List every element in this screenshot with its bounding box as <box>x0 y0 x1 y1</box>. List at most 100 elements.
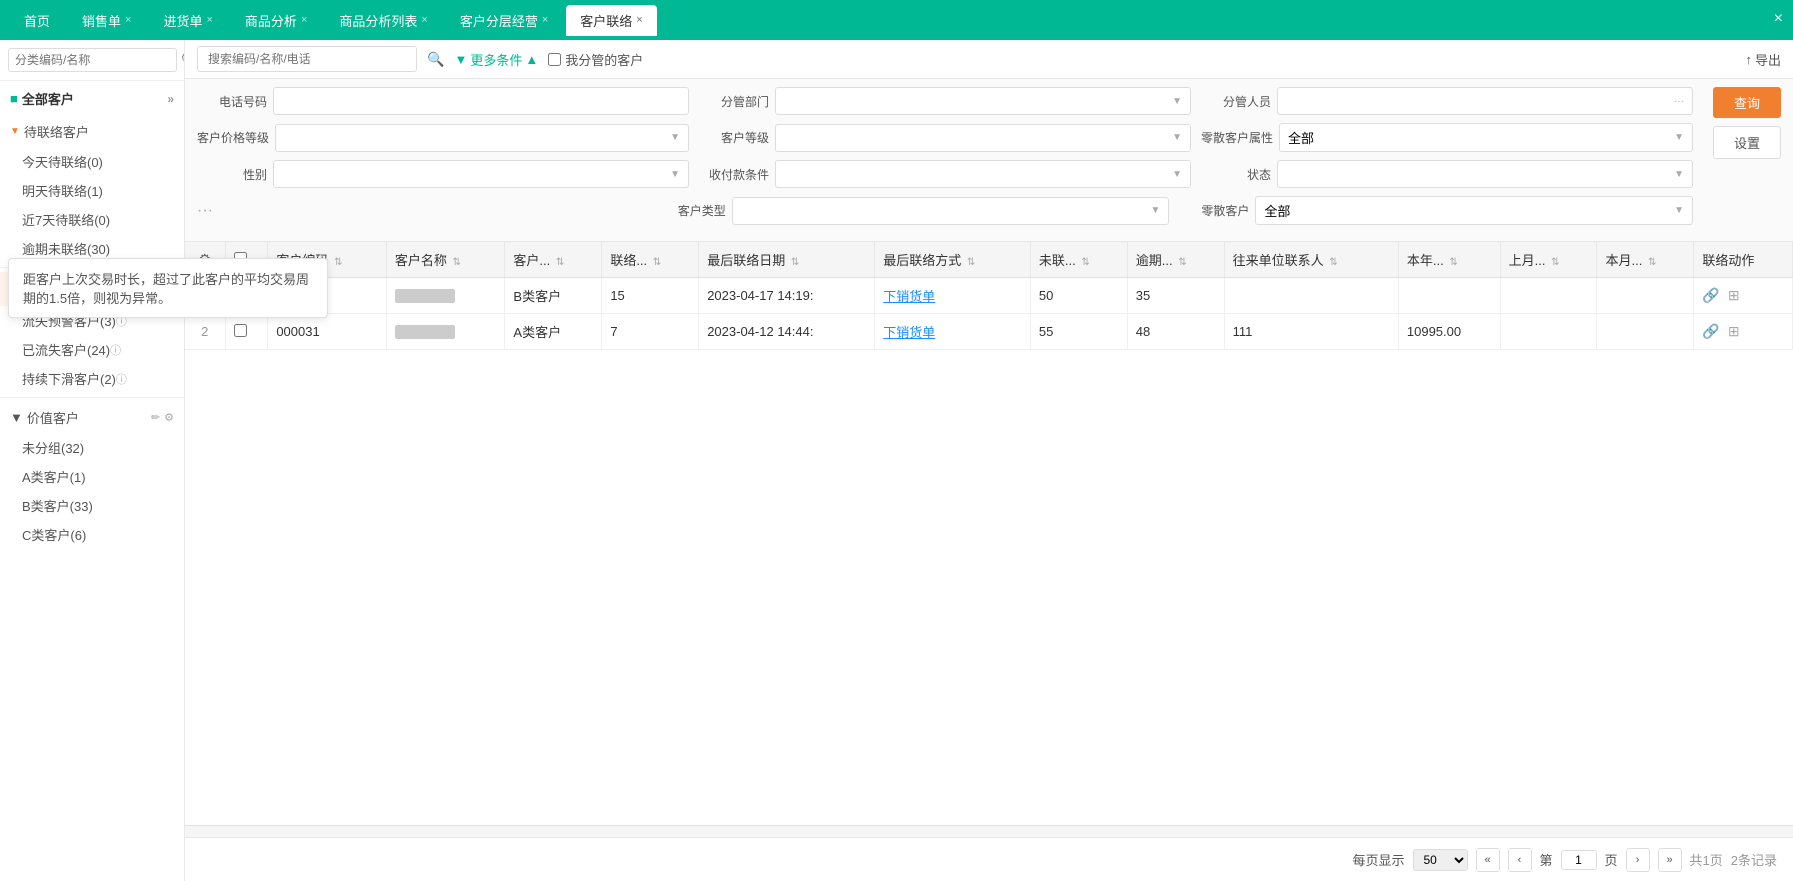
td-code-2: 000031 <box>268 314 387 350</box>
th-tmonth-sort[interactable]: ⇅ <box>1648 257 1656 268</box>
filter-price-level-select[interactable]: ▼ <box>275 124 689 152</box>
filter-dots[interactable]: ··· <box>197 202 213 220</box>
horizontal-scrollbar[interactable] <box>185 825 1793 837</box>
sidebar-item-c-class[interactable]: C类客户(6) <box>0 520 184 549</box>
nav-tab-customer-contact-close[interactable]: × <box>636 14 642 26</box>
filter-retail-customer-select[interactable]: 全部 ▼ <box>1255 196 1693 225</box>
th-contact-sort[interactable]: ⇅ <box>653 257 661 268</box>
nav-close-all-button[interactable]: × <box>1774 10 1783 28</box>
nav-tab-home[interactable]: 首页 <box>10 5 64 36</box>
filter-search-input[interactable] <box>197 46 417 72</box>
last-page-button[interactable]: » <box>1658 848 1682 872</box>
nav-tab-sales[interactable]: 销售单 × <box>68 5 145 36</box>
nav-tab-sales-close[interactable]: × <box>125 14 131 26</box>
filter-status-select[interactable]: ▼ <box>1277 160 1693 188</box>
row-1-last-method[interactable]: 下销货单 <box>883 289 935 304</box>
nav-tab-purchase-close[interactable]: × <box>206 14 212 26</box>
filter-branch-person-select[interactable]: ··· <box>1277 87 1693 115</box>
sidebar-value-group[interactable]: ▼ 价值客户 ✏ ⚙ <box>0 402 184 433</box>
settings-button[interactable]: 设置 <box>1713 126 1781 159</box>
filter-gender-select[interactable]: ▼ <box>273 160 689 188</box>
td-type-2: A类客户 <box>505 314 602 350</box>
filter-gender-label: 性别 <box>197 166 267 183</box>
row-1-link-icon[interactable]: 🔗 <box>1702 287 1719 304</box>
filter-branch-dept-select[interactable]: ▼ <box>775 87 1191 115</box>
sidebar-waiting-group[interactable]: ▼ 待联络客户 <box>0 116 184 147</box>
th-name-sort[interactable]: ⇅ <box>453 257 461 268</box>
row-1-grid-icon[interactable]: ⊞ <box>1728 287 1740 304</box>
filter-row-4: ··· 客户类型 ▼ 零散客户 全部 ▼ <box>197 196 1693 225</box>
row-2-last-method[interactable]: 下销货单 <box>883 325 935 340</box>
nav-tab-analysis-close[interactable]: × <box>301 14 307 26</box>
sidebar-value-label: 价值客户 <box>27 408 79 427</box>
th-uncontacted-sort[interactable]: ⇅ <box>1081 257 1089 268</box>
my-customers-checkbox-area[interactable]: 我分管的客户 <box>548 50 643 69</box>
th-this-month-label: 本月... <box>1605 253 1642 268</box>
filter-retail-attr-select[interactable]: 全部 ▼ <box>1279 123 1693 152</box>
sidebar-collapse-icon[interactable]: » <box>167 92 174 106</box>
sidebar-item-declining[interactable]: 持续下滑客户(2) ⓘ <box>0 364 184 393</box>
nav-tab-analysis-list-close[interactable]: × <box>421 14 427 26</box>
th-method-sort[interactable]: ⇅ <box>967 257 975 268</box>
sidebar-item-already-lost[interactable]: 已流失客户(24) ⓘ <box>0 335 184 364</box>
nav-tab-analysis[interactable]: 商品分析 × <box>231 5 321 36</box>
page-input[interactable] <box>1561 850 1597 870</box>
sidebar-search-area: 🔍 <box>0 40 184 81</box>
customer-type-arrow: ▼ <box>1150 205 1160 216</box>
filter-row-3: 性别 ▼ 收付款条件 ▼ 状态 <box>197 160 1693 188</box>
nav-tab-analysis-label: 商品分析 <box>245 11 297 30</box>
nav-tab-customer-layer[interactable]: 客户分层经营 × <box>446 5 562 36</box>
row-2-checkbox[interactable] <box>234 324 247 337</box>
row-2-name-blur <box>395 325 455 339</box>
sidebar-item-lost24-info[interactable]: ⓘ <box>110 342 121 358</box>
filter-search-button[interactable]: 🔍 <box>427 51 444 68</box>
th-person-sort[interactable]: ⇅ <box>1329 257 1337 268</box>
row-2-code: 000031 <box>276 324 319 339</box>
sidebar-item-declining-info[interactable]: ⓘ <box>116 371 127 387</box>
row-2-overdue: 48 <box>1136 324 1150 339</box>
nav-tab-customer-layer-label: 客户分层经营 <box>460 11 538 30</box>
row-2-actions: 🔗 ⊞ <box>1702 323 1784 340</box>
th-lmonth-sort[interactable]: ⇅ <box>1551 257 1559 268</box>
th-overdue-sort[interactable]: ⇅ <box>1178 257 1186 268</box>
nav-tab-purchase[interactable]: 进货单 × <box>149 5 226 36</box>
sidebar-item-b-class[interactable]: B类客户(33) <box>0 491 184 520</box>
filter-customer-level-select[interactable]: ▼ <box>775 124 1191 152</box>
export-button[interactable]: ↑ 导出 <box>1745 50 1781 69</box>
prev-page-button[interactable]: ‹ <box>1508 848 1532 872</box>
next-page-button[interactable]: › <box>1626 848 1650 872</box>
th-date-sort[interactable]: ⇅ <box>791 257 799 268</box>
sidebar-item-a-class[interactable]: A类客户(1) <box>0 462 184 491</box>
th-overdue: 逾期... ⇅ <box>1127 242 1224 278</box>
th-year-sort[interactable]: ⇅ <box>1449 257 1457 268</box>
chevron-up-icon: ▲ <box>525 52 538 67</box>
my-customers-checkbox[interactable] <box>548 53 561 66</box>
sidebar-item-already-lost-label: 已流失客户(24) <box>22 340 110 359</box>
sidebar-item-7days[interactable]: 近7天待联络(0) <box>0 205 184 234</box>
per-page-select[interactable]: 50 20 100 <box>1413 849 1468 871</box>
row-2-contact-count: 7 <box>610 324 617 339</box>
sidebar-item-today[interactable]: 今天待联络(0) <box>0 147 184 176</box>
th-type-sort[interactable]: ⇅ <box>556 257 564 268</box>
more-conditions-button[interactable]: ▼ 更多条件 ▲ <box>454 50 538 69</box>
sidebar-all-customers-label: 全部客户 <box>22 89 74 108</box>
sidebar-value-settings-icon[interactable]: ⚙ <box>164 411 174 424</box>
nav-tab-analysis-list[interactable]: 商品分析列表 × <box>325 5 441 36</box>
sidebar-search-input[interactable] <box>8 48 177 72</box>
filter-phone-input[interactable] <box>273 87 689 115</box>
sidebar-all-customers[interactable]: ■ 全部客户 » <box>0 81 184 116</box>
sidebar-item-tomorrow[interactable]: 明天待联络(1) <box>0 176 184 205</box>
query-button[interactable]: 查询 <box>1713 87 1781 118</box>
first-page-button[interactable]: « <box>1476 848 1500 872</box>
filter-payment-select[interactable]: ▼ <box>775 160 1191 188</box>
td-checkbox-2[interactable] <box>225 314 268 350</box>
nav-tab-customer-contact[interactable]: 客户联络 × <box>566 5 656 36</box>
nav-tab-customer-layer-close[interactable]: × <box>542 14 548 26</box>
scroll-track[interactable] <box>185 826 1793 837</box>
filter-customer-type-select[interactable]: ▼ <box>732 197 1170 225</box>
sidebar-value-edit-icon[interactable]: ✏ <box>151 411 160 424</box>
row-2-grid-icon[interactable]: ⊞ <box>1728 323 1740 340</box>
th-code-sort[interactable]: ⇅ <box>334 257 342 268</box>
sidebar-item-ungroup[interactable]: 未分组(32) <box>0 433 184 462</box>
row-2-link-icon[interactable]: 🔗 <box>1702 323 1719 340</box>
